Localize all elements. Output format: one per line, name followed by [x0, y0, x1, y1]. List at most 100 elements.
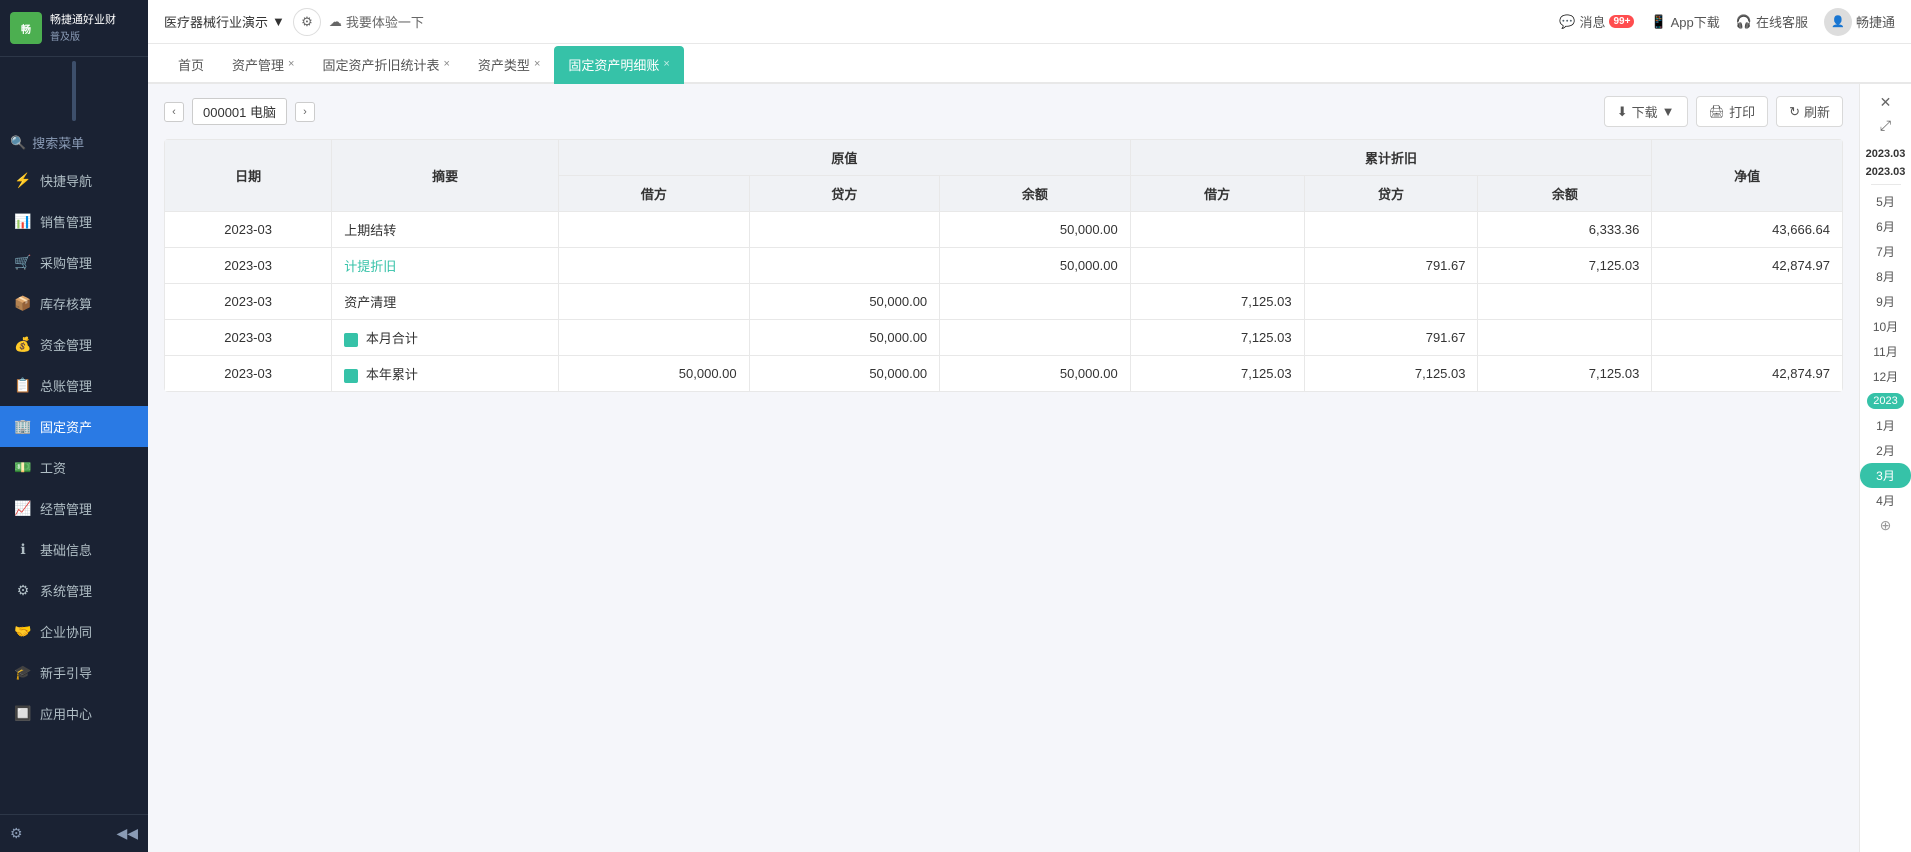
right-nav-down-button[interactable]: ⊕: [1876, 513, 1896, 538]
col-orig-credit: 贷方: [749, 176, 940, 212]
cell-orig-balance: 50,000.00: [940, 248, 1131, 284]
print-icon: 🖨: [1709, 104, 1726, 120]
sidebar-item-fixed-assets[interactable]: 🏢 固定资产: [0, 406, 148, 447]
data-table-container: 日期 摘要 原值 累计折旧 净值 借方 贷方 余额 借方 贷方 余额: [164, 139, 1843, 392]
year-label-top-1: 2023.03: [1866, 148, 1906, 160]
month-item-8[interactable]: 8月: [1860, 264, 1911, 289]
cell-orig-debit: [559, 284, 750, 320]
col-dep-credit: 贷方: [1304, 176, 1478, 212]
refresh-label: 刷新: [1804, 102, 1830, 121]
cell-summary: 本月合计: [332, 320, 559, 356]
prev-record-button[interactable]: ‹: [164, 102, 184, 122]
refresh-button[interactable]: ↻ 刷新: [1776, 96, 1843, 127]
sidebar-item-inventory[interactable]: 📦 库存核算: [0, 283, 148, 324]
cell-date: 2023-03: [165, 356, 332, 392]
app-center-icon: 🔲: [14, 705, 32, 723]
sidebar-item-basic-info[interactable]: ℹ 基础信息: [0, 529, 148, 570]
tab-detail-close[interactable]: ×: [663, 58, 669, 70]
cell-date: 2023-03: [165, 320, 332, 356]
month-item-10[interactable]: 10月: [1860, 314, 1911, 339]
app-download-action[interactable]: 📱 App下载: [1650, 12, 1719, 31]
next-record-button[interactable]: ›: [295, 102, 315, 122]
month-item-9[interactable]: 9月: [1860, 289, 1911, 314]
sidebar-item-label: 应用中心: [40, 704, 92, 723]
sidebar-item-guide[interactable]: 🎓 新手引导: [0, 652, 148, 693]
company-selector[interactable]: 医疗器械行业演示 ▼: [164, 12, 285, 31]
print-label: 打印: [1729, 102, 1755, 121]
right-nav-controls: ✕ ⤢: [1876, 92, 1896, 136]
col-date: 日期: [165, 140, 332, 212]
tab-asset-label: 资产管理: [232, 55, 284, 74]
user-action[interactable]: 👤 畅捷通: [1824, 8, 1895, 36]
tab-detail-ledger[interactable]: 固定资产明细账 ×: [554, 46, 683, 84]
cell-orig-credit: 50,000.00: [749, 356, 940, 392]
sidebar-item-system[interactable]: ⚙ 系统管理: [0, 570, 148, 611]
month-item-11[interactable]: 11月: [1860, 339, 1911, 364]
cell-summary: 计提折旧: [332, 248, 559, 284]
cell-date: 2023-03: [165, 212, 332, 248]
month-item-3[interactable]: 3月: [1860, 463, 1911, 488]
download-button[interactable]: ⬇ 下载 ▼: [1604, 96, 1688, 127]
message-action[interactable]: 💬 消息 99+: [1559, 12, 1634, 31]
sidebar-item-sales[interactable]: 📊 销售管理: [0, 201, 148, 242]
sidebar-item-app-center[interactable]: 🔲 应用中心: [0, 693, 148, 734]
right-nav-expand-button[interactable]: ⤢: [1876, 115, 1895, 136]
sidebar-item-quick-nav[interactable]: ⚡ 快捷导航: [0, 160, 148, 201]
collapse-icon[interactable]: ◀◀: [116, 825, 138, 842]
sidebar-item-label: 固定资产: [40, 417, 92, 436]
nav-divider: [1871, 184, 1901, 185]
cell-orig-credit: 50,000.00: [749, 284, 940, 320]
search-icon: 🔍: [10, 135, 26, 151]
cell-dep-debit: [1130, 248, 1304, 284]
cell-net-value: 42,874.97: [1652, 248, 1843, 284]
download-arrow-icon: ▼: [1662, 104, 1675, 119]
app-logo: 畅: [10, 12, 42, 44]
customer-service-action[interactable]: 🎧 在线客服: [1736, 12, 1808, 31]
tab-depreciation[interactable]: 固定资产折旧统计表 ×: [308, 46, 463, 84]
col-original-value: 原值: [559, 140, 1131, 176]
sidebar-item-salary[interactable]: 💵 工资: [0, 447, 148, 488]
tab-depreciation-close[interactable]: ×: [443, 58, 449, 70]
cell-orig-debit: [559, 320, 750, 356]
sidebar-item-collaboration[interactable]: 🤝 企业协同: [0, 611, 148, 652]
sidebar-item-ledger[interactable]: 📋 总账管理: [0, 365, 148, 406]
sidebar-item-finance[interactable]: 💰 资金管理: [0, 324, 148, 365]
month-item-6[interactable]: 6月: [1860, 214, 1911, 239]
month-item-5[interactable]: 5月: [1860, 189, 1911, 214]
cell-dep-balance: 7,125.03: [1478, 356, 1652, 392]
sidebar-item-operations[interactable]: 📈 经营管理: [0, 488, 148, 529]
tab-home[interactable]: 首页: [164, 46, 218, 84]
top-header: 医疗器械行业演示 ▼ ⚙ ☁ 我要体验一下 💬 消息 99+ 📱 App下载 🎧…: [148, 0, 1911, 44]
tab-asset-type-close[interactable]: ×: [534, 58, 540, 70]
sidebar-item-purchase[interactable]: 🛒 采购管理: [0, 242, 148, 283]
phone-icon: 📱: [1650, 14, 1666, 30]
finance-icon: 💰: [14, 336, 32, 354]
cell-net-value: 42,874.97: [1652, 356, 1843, 392]
cell-dep-credit: [1304, 284, 1478, 320]
tab-asset-management[interactable]: 资产管理 ×: [218, 46, 308, 84]
right-nav-close-button[interactable]: ✕: [1876, 92, 1896, 113]
cell-summary: 资产清理: [332, 284, 559, 320]
ledger-icon: 📋: [14, 377, 32, 395]
tab-asset-type[interactable]: 资产类型 ×: [464, 46, 554, 84]
download-icon: ⬇: [1617, 104, 1628, 120]
print-button[interactable]: 🖨 打印: [1696, 96, 1769, 127]
experience-button[interactable]: ☁ 我要体验一下: [329, 12, 424, 31]
sidebar-bottom: ⚙ ◀◀: [0, 814, 148, 852]
month-item-12[interactable]: 12月: [1860, 364, 1911, 389]
search-menu-item[interactable]: 🔍 搜索菜单: [0, 125, 148, 160]
cell-dep-credit: 791.67: [1304, 248, 1478, 284]
tab-asset-close[interactable]: ×: [288, 58, 294, 70]
dropdown-icon: ▼: [272, 14, 285, 29]
sidebar-item-label: 系统管理: [40, 581, 92, 600]
download-label: 下载: [1632, 102, 1658, 121]
month-item-4[interactable]: 4月: [1860, 488, 1911, 513]
data-table: 日期 摘要 原值 累计折旧 净值 借方 贷方 余额 借方 贷方 余额: [164, 139, 1843, 392]
month-item-2[interactable]: 2月: [1860, 438, 1911, 463]
month-item-7[interactable]: 7月: [1860, 239, 1911, 264]
company-settings-button[interactable]: ⚙: [293, 8, 321, 36]
cell-dep-balance: [1478, 320, 1652, 356]
cell-dep-balance: 6,333.36: [1478, 212, 1652, 248]
month-item-1[interactable]: 1月: [1860, 413, 1911, 438]
settings-bottom-icon[interactable]: ⚙: [10, 825, 23, 842]
